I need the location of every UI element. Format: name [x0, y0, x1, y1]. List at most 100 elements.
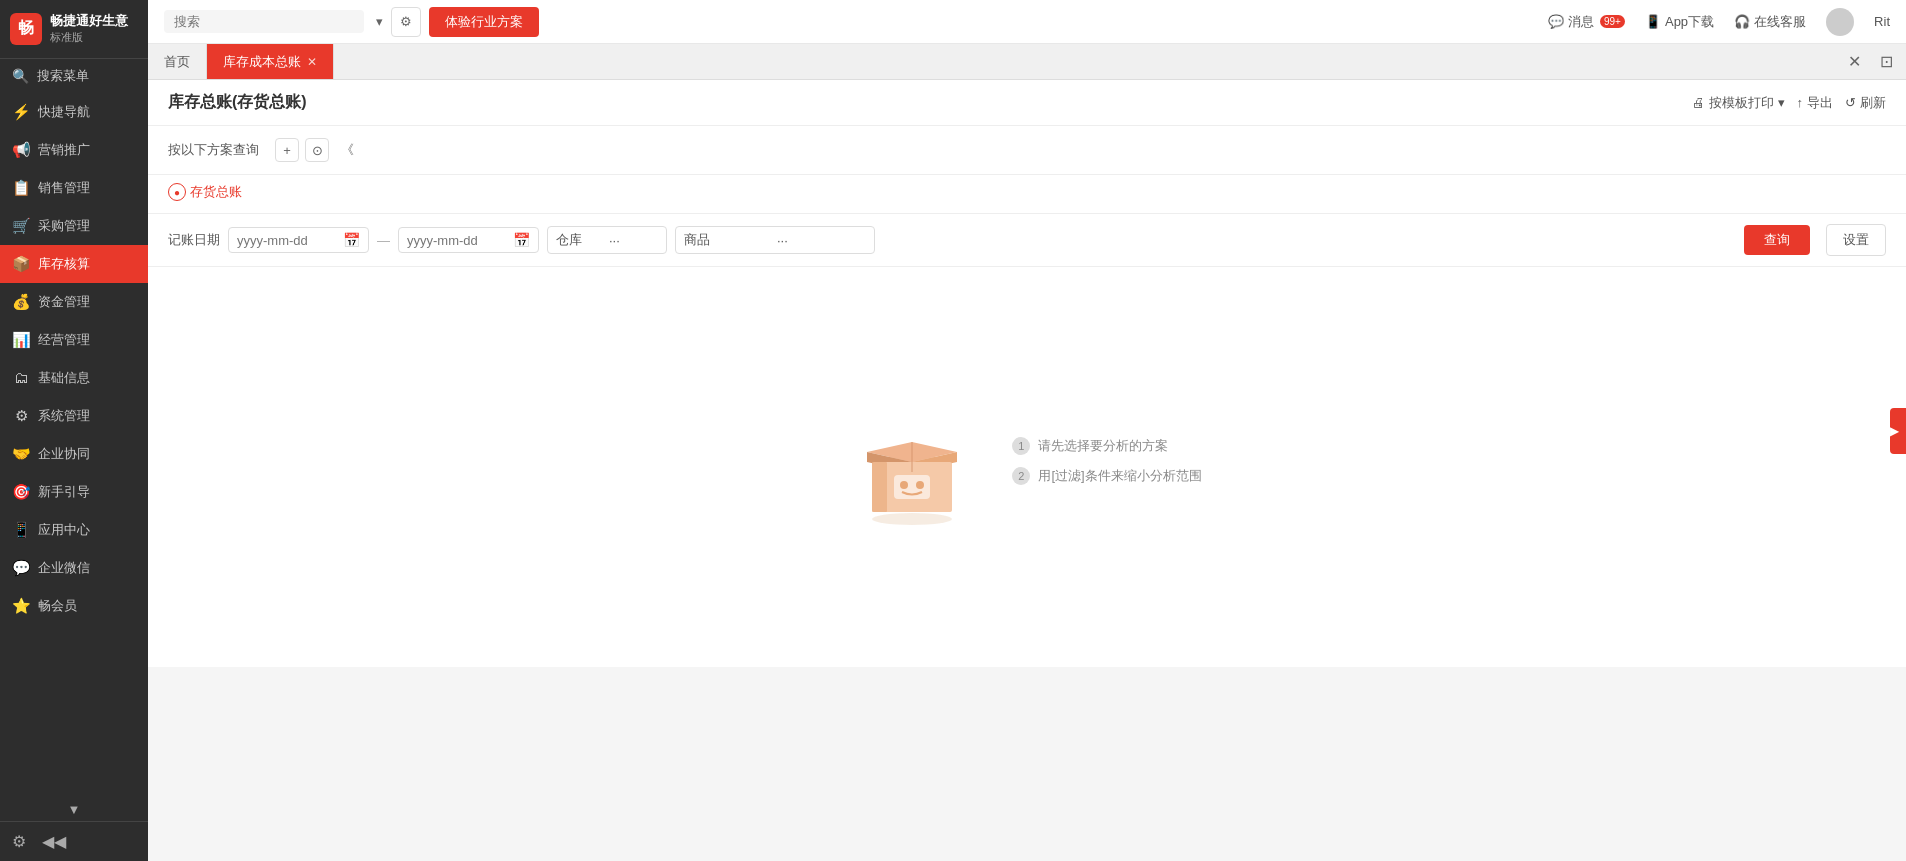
tab-inventory-cost[interactable]: 库存成本总账 ✕: [207, 44, 334, 79]
online-service-label: 在线客服: [1754, 13, 1806, 31]
sidebar-item-label-cooperation: 企业协同: [38, 445, 90, 463]
tip-num-1: 1: [1012, 437, 1030, 455]
sidebar-item-label-business: 经营管理: [38, 331, 90, 349]
calendar-end-icon[interactable]: 📅: [513, 232, 530, 248]
calendar-start-icon[interactable]: 📅: [343, 232, 360, 248]
topbar-search-input[interactable]: [174, 14, 314, 29]
tip-text-2: 用[过滤]条件来缩小分析范围: [1038, 467, 1201, 485]
messages-badge: 99+: [1600, 15, 1625, 28]
tabs-bar: 首页 库存成本总账 ✕ ✕ ⊡: [148, 44, 1906, 80]
sidebar-item-system[interactable]: ⚙系统管理: [0, 397, 148, 435]
empty-state: 1 请先选择要分析的方案 2 用[过滤]条件来缩小分析范围: [148, 267, 1906, 667]
topbar-right: 💬 消息 99+ 📱 App下载 🎧 在线客服 Rit: [1548, 8, 1890, 36]
sidebar-footer: ⚙ ◀◀: [0, 821, 148, 861]
sidebar-item-label-member: 畅会员: [38, 597, 77, 615]
filter-area: 按以下方案查询 + ⊙ 《: [148, 126, 1906, 175]
sidebar-item-apps[interactable]: 📱 应用中心: [0, 511, 148, 549]
app-download-label: App下载: [1665, 13, 1714, 31]
refresh-btn[interactable]: ↺ 刷新: [1845, 94, 1886, 112]
settings-btn[interactable]: 设置: [1826, 224, 1886, 256]
sidebar-item-quick-nav[interactable]: ⚡ 快捷导航: [0, 93, 148, 131]
window-resize-btn[interactable]: ⊡: [1874, 50, 1898, 74]
sidebar-item-wechat[interactable]: 💬企业微信: [0, 549, 148, 587]
date-end-input[interactable]: [407, 233, 507, 248]
sidebar-item-label-purchase: 采购管理: [38, 217, 90, 235]
collapse-footer-icon[interactable]: ◀◀: [42, 832, 66, 851]
date-start-input-wrapper[interactable]: 📅: [228, 227, 369, 253]
sidebar-item-sales[interactable]: 📋销售管理: [0, 169, 148, 207]
svg-rect-2: [872, 462, 887, 512]
app-logo-text: 畅捷通好生意 标准版: [50, 12, 128, 46]
topbar-dropdown-icon[interactable]: ▾: [376, 14, 383, 29]
sidebar-scroll-down[interactable]: ▼: [0, 798, 148, 821]
filter-add-btn[interactable]: +: [275, 138, 299, 162]
app-download-item[interactable]: 📱 App下载: [1645, 13, 1714, 31]
sidebar-item-marketing[interactable]: 📢营销推广: [0, 131, 148, 169]
apps-icon: 📱: [12, 521, 30, 539]
filter-settings-btn[interactable]: ⊙: [305, 138, 329, 162]
topbar-settings-btn[interactable]: ⚙: [391, 7, 421, 37]
purchase-icon: 🛒: [12, 217, 30, 235]
empty-box-illustration: [852, 407, 972, 527]
topbar: ▾ ⚙ 体验行业方案 💬 消息 99+ 📱 App下载 🎧 在线客服 Rit: [148, 0, 1906, 44]
sales-icon: 📋: [12, 179, 30, 197]
messages-item[interactable]: 💬 消息 99+: [1548, 13, 1625, 31]
sidebar-item-label-quick-nav: 快捷导航: [38, 103, 90, 121]
date-filter-row: 记账日期 📅 — 📅 仓库 ··· 商品 ··· 查询 设置: [148, 214, 1906, 267]
warehouse-filter[interactable]: 仓库 ···: [547, 226, 667, 254]
business-icon: 📊: [12, 331, 30, 349]
page-header-actions: 🖨 按模板打印 ▾ ↑ 导出 ↺ 刷新: [1692, 94, 1887, 112]
add-icon: +: [283, 143, 291, 158]
sidebar-item-basic[interactable]: 🗂 基础信息: [0, 359, 148, 397]
date-end-input-wrapper[interactable]: 📅: [398, 227, 539, 253]
sidebar-item-label-newbie: 新手引导: [38, 483, 90, 501]
sidebar-item-member[interactable]: ⭐畅会员: [0, 587, 148, 625]
sidebar-item-purchase[interactable]: 🛒 采购管理: [0, 207, 148, 245]
sidebar-item-label-basic: 基础信息: [38, 369, 90, 387]
main-wrapper: ▾ ⚙ 体验行业方案 💬 消息 99+ 📱 App下载 🎧 在线客服 Rit: [148, 0, 1906, 861]
filter-settings-icon: ⊙: [312, 143, 323, 158]
export-label: 导出: [1807, 94, 1833, 112]
tip-item-2: 2 用[过滤]条件来缩小分析范围: [1012, 467, 1201, 485]
warehouse-more-icon[interactable]: ···: [609, 233, 658, 248]
sidebar-search-label: 搜索菜单: [37, 67, 89, 85]
scheme-tag[interactable]: ● 存货总账: [168, 183, 242, 201]
scheme-tag-icon: ●: [168, 183, 186, 201]
product-filter[interactable]: 商品 ···: [675, 226, 875, 254]
sidebar: 畅 畅捷通好生意 标准版 🔍 搜索菜单 ⚡快捷导航📢营销推广📋销售管理🛒采购管理…: [0, 0, 148, 861]
tab-close-icon[interactable]: ✕: [307, 55, 317, 69]
tab-home[interactable]: 首页: [148, 44, 207, 79]
sidebar-item-label-apps: 应用中心: [38, 521, 90, 539]
right-panel-toggle[interactable]: ▶: [1890, 408, 1906, 454]
print-dropdown-icon[interactable]: ▾: [1778, 95, 1785, 110]
sidebar-item-newbie[interactable]: 🎯新手引导: [0, 473, 148, 511]
basic-icon: 🗂: [12, 369, 30, 386]
query-btn[interactable]: 查询: [1744, 225, 1810, 255]
sidebar-item-finance[interactable]: 💰资金管理: [0, 283, 148, 321]
export-icon: ↑: [1797, 95, 1804, 110]
sidebar-item-cooperation[interactable]: 🤝企业协同: [0, 435, 148, 473]
online-service-item[interactable]: 🎧 在线客服: [1734, 13, 1806, 31]
industry-btn[interactable]: 体验行业方案: [429, 7, 539, 37]
quick-nav-icon: ⚡: [12, 103, 30, 121]
date-label: 记账日期: [168, 231, 220, 249]
scheme-tag-label: 存货总账: [190, 183, 242, 201]
product-more-icon[interactable]: ···: [777, 233, 866, 248]
tab-window-controls: ✕ ⊡: [1842, 50, 1906, 74]
print-icon: 🖨: [1692, 95, 1705, 110]
sidebar-item-label-wechat: 企业微信: [38, 559, 90, 577]
print-btn[interactable]: 🖨 按模板打印 ▾: [1692, 94, 1785, 112]
sidebar-item-label-finance: 资金管理: [38, 293, 90, 311]
marketing-icon: 📢: [12, 141, 30, 159]
sidebar-search-item[interactable]: 🔍 搜索菜单: [0, 59, 148, 93]
window-close-btn[interactable]: ✕: [1842, 50, 1866, 74]
date-start-input[interactable]: [237, 233, 337, 248]
svg-point-5: [900, 481, 908, 489]
filter-collapse-btn[interactable]: 《: [341, 141, 354, 159]
sidebar-nav: ⚡ 快捷导航 📢营销推广📋销售管理 🛒 采购管理 📦库存核算💰资金管理 📊 经营管理 🗂 基础信息…: [0, 93, 148, 798]
settings-footer-icon[interactable]: ⚙: [12, 832, 26, 851]
export-btn[interactable]: ↑ 导出: [1797, 94, 1834, 112]
sidebar-item-inventory[interactable]: 📦库存核算: [0, 245, 148, 283]
sidebar-item-business[interactable]: 📊 经营管理: [0, 321, 148, 359]
topbar-search-area[interactable]: [164, 10, 364, 33]
